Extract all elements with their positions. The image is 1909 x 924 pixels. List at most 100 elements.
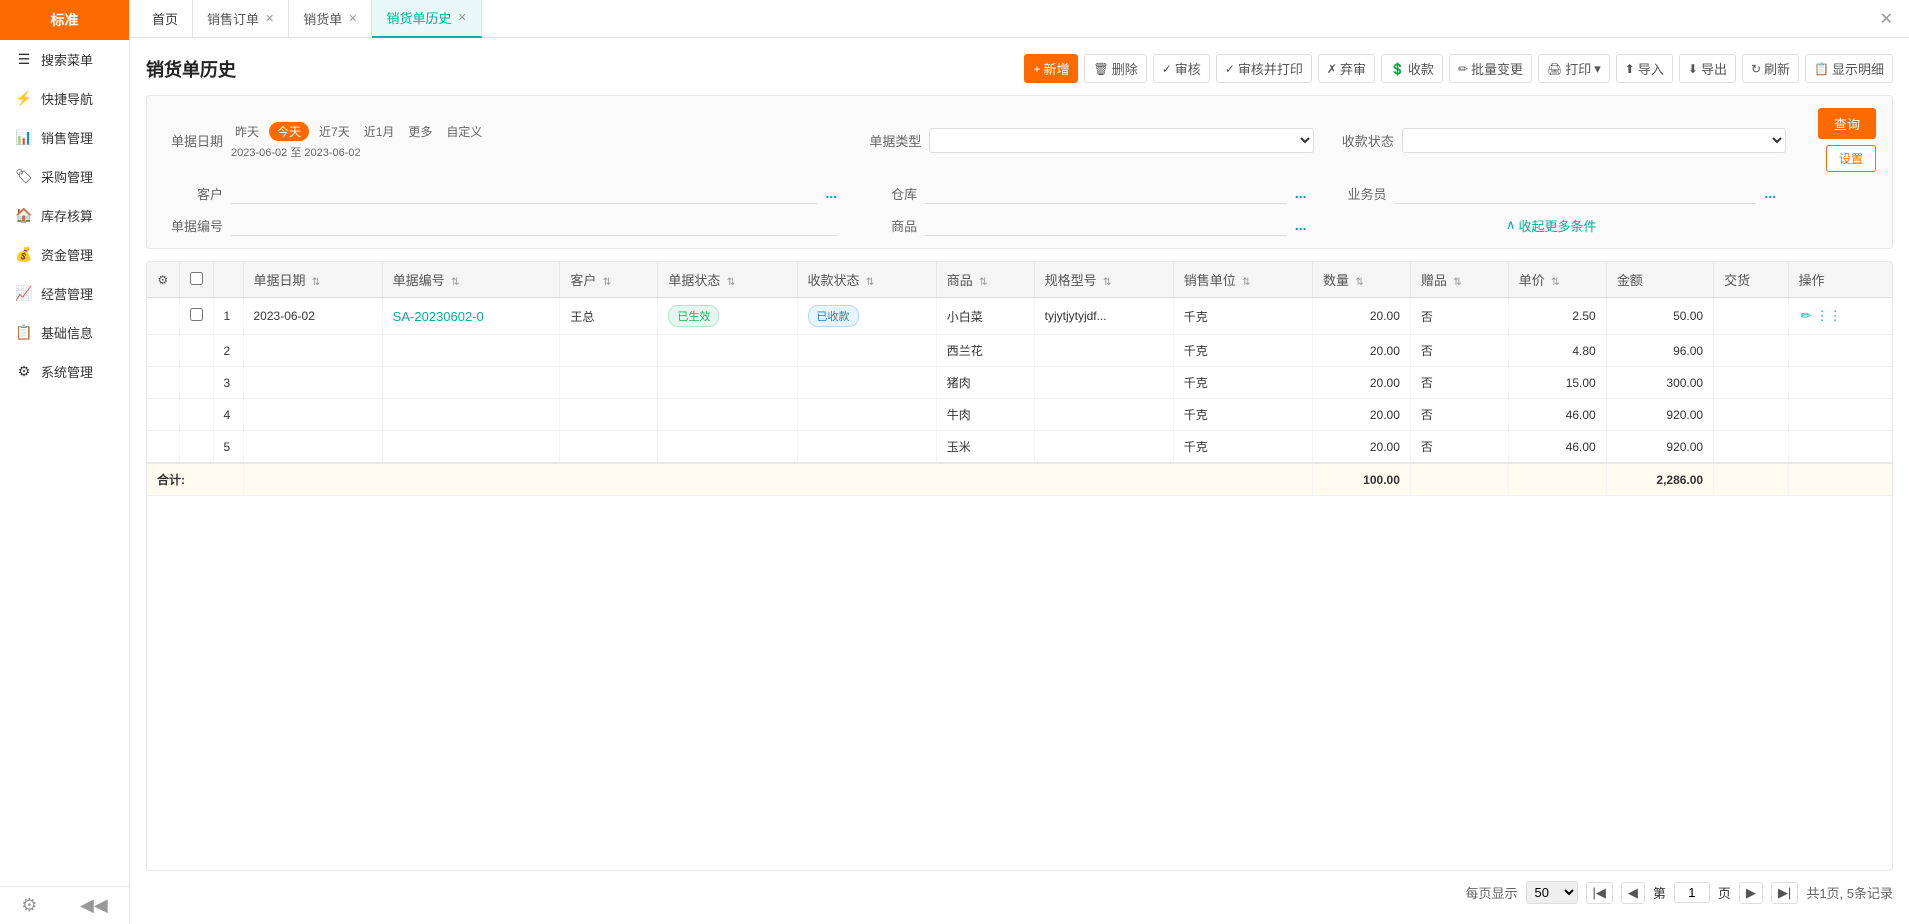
prev-page-button[interactable]: ◀	[1621, 882, 1645, 904]
col-gift[interactable]: 赠品 ⇅	[1410, 262, 1508, 298]
summary-actions-spacer	[1788, 463, 1892, 496]
add-button[interactable]: + 新增	[1024, 54, 1078, 83]
collapse-button[interactable]: ∧ 收起更多条件	[1506, 216, 1597, 235]
batch-change-button[interactable]: ✏ 批量变更	[1449, 54, 1532, 83]
tab-sales-order-label: 销售订单	[207, 9, 259, 28]
col-goods[interactable]: 商品 ⇅	[936, 262, 1034, 298]
row-doc-date	[243, 367, 382, 399]
date-range: 昨天 今天 近7天 近1月 更多 自定义 2023-06-02 至 2023-0…	[231, 121, 486, 160]
customer-ellipsis-icon[interactable]: ...	[825, 185, 837, 201]
sidebar-item-inventory[interactable]: 🏠 库存核算	[0, 196, 129, 235]
sidebar-item-purchase-mgmt[interactable]: 🏷 采购管理	[0, 157, 129, 196]
row-checkbox[interactable]	[190, 308, 203, 321]
audit-print-button[interactable]: ✓ 审核并打印	[1216, 54, 1312, 83]
refresh-button[interactable]: ↻ 刷新	[1742, 54, 1799, 83]
sidebar-item-system-mgmt[interactable]: ⚙ 系统管理	[0, 352, 129, 391]
filter-settings-button[interactable]: 设置	[1826, 145, 1876, 172]
sidebar-item-basic-info[interactable]: 📋 基础信息	[0, 313, 129, 352]
warehouse-ellipsis-icon[interactable]: ...	[1295, 185, 1307, 201]
salesperson-ellipsis-icon[interactable]: ...	[1764, 185, 1776, 201]
discard-button[interactable]: ✗ 弃审	[1318, 54, 1375, 83]
audit-button[interactable]: ✓ 审核	[1153, 54, 1210, 83]
col-gear[interactable]: ⚙	[147, 262, 179, 298]
tab-sales-history[interactable]: 销货单历史 ✕	[372, 0, 481, 38]
row-num: 2	[213, 335, 243, 367]
row-actions	[1788, 367, 1892, 399]
page-title: 销货单历史	[146, 56, 236, 82]
salesperson-input[interactable]	[1395, 182, 1757, 204]
sidebar-settings-icon[interactable]: ⚙	[21, 895, 37, 916]
date-tab-7days[interactable]: 近7天	[315, 121, 354, 142]
col-unit-price[interactable]: 单价 ⇅	[1508, 262, 1606, 298]
goods-ellipsis-icon[interactable]: ...	[1295, 217, 1307, 233]
row-quantity: 20.00	[1312, 399, 1410, 431]
date-tab-more[interactable]: 更多	[404, 121, 436, 142]
system-mgmt-icon: ⚙	[15, 363, 33, 381]
tab-bar-close-icon[interactable]: ✕	[1872, 9, 1901, 29]
data-table: ⚙ 单据日期 ⇅ 单据编号 ⇅	[147, 262, 1892, 496]
col-doc-no[interactable]: 单据编号 ⇅	[382, 262, 560, 298]
filter-group-goods: 商品 ...	[857, 214, 1306, 236]
col-quantity[interactable]: 数量 ⇅	[1312, 262, 1410, 298]
query-button[interactable]: 查询	[1818, 108, 1876, 139]
page-content: 销货单历史 + 新增 🗑 删除 ✓ 审核 ✓ 审核并打印	[130, 38, 1909, 924]
row-unit-price: 15.00	[1508, 367, 1606, 399]
tab-sales-order[interactable]: 销售订单 ✕	[193, 0, 289, 38]
export-button[interactable]: ⬇ 导出	[1679, 54, 1736, 83]
tab-sales-goods-close-icon[interactable]: ✕	[348, 12, 357, 25]
doc-no-link[interactable]: SA-20230602-0	[393, 309, 484, 324]
sidebar-item-finance-mgmt[interactable]: 💰 资金管理	[0, 235, 129, 274]
goods-input[interactable]	[925, 214, 1287, 236]
tab-sales-order-close-icon[interactable]: ✕	[265, 12, 274, 25]
col-doc-date[interactable]: 单据日期 ⇅	[243, 262, 382, 298]
customer-input[interactable]	[231, 182, 817, 204]
show-detail-button[interactable]: 📋 显示明细	[1805, 54, 1893, 83]
row-quantity: 20.00	[1312, 298, 1410, 335]
sidebar-collapse-icon[interactable]: ◀◀	[80, 895, 108, 916]
next-page-button[interactable]: ▶	[1739, 882, 1763, 904]
col-spec[interactable]: 规格型号 ⇅	[1034, 262, 1173, 298]
row-unit-price: 46.00	[1508, 431, 1606, 464]
row-edit-icon[interactable]: ✏	[1801, 308, 1812, 323]
date-tab-1month[interactable]: 近1月	[360, 121, 399, 142]
per-page-select[interactable]: 50 20 100	[1526, 881, 1578, 904]
select-all-checkbox[interactable]	[190, 272, 203, 285]
row-checkbox-col	[179, 431, 213, 464]
page-input[interactable]	[1674, 882, 1710, 903]
row-amount: 920.00	[1606, 431, 1713, 464]
col-doc-status[interactable]: 单据状态 ⇅	[658, 262, 797, 298]
row-unit-price: 2.50	[1508, 298, 1606, 335]
date-tab-today[interactable]: 今天	[269, 122, 309, 141]
sidebar-item-sales-mgmt[interactable]: 📊 销售管理	[0, 118, 129, 157]
first-page-button[interactable]: |◀	[1586, 882, 1613, 904]
payment-status-select[interactable]	[1402, 128, 1786, 153]
sidebar-item-search-menu[interactable]: ☰ 搜索菜单	[0, 40, 129, 79]
row-doc-date	[243, 399, 382, 431]
col-unit[interactable]: 销售单位 ⇅	[1173, 262, 1312, 298]
import-button[interactable]: ⬆ 导入	[1616, 54, 1673, 83]
doc-no-input[interactable]	[231, 214, 837, 236]
doc-type-select[interactable]	[929, 128, 1313, 153]
col-pay-status[interactable]: 收款状态 ⇅	[797, 262, 936, 298]
sidebar-item-label: 经营管理	[41, 284, 93, 303]
tab-sales-history-close-icon[interactable]: ✕	[458, 11, 467, 24]
print-button[interactable]: 🖨 打印 ▾	[1538, 54, 1610, 83]
date-tab-custom[interactable]: 自定义	[442, 121, 486, 142]
row-more-icon[interactable]: ⋮⋮	[1816, 308, 1842, 323]
export-icon: ⬇	[1688, 62, 1698, 76]
doc-status-badge: 已生效	[668, 305, 719, 327]
col-customer[interactable]: 客户 ⇅	[560, 262, 658, 298]
pagination: 每页显示 50 20 100 |◀ ◀ 第 页 ▶ ▶| 共1页, 5条记录	[146, 871, 1893, 908]
col-transaction: 交货	[1714, 262, 1789, 298]
sidebar-item-quick-nav[interactable]: ⚡ 快捷导航	[0, 79, 129, 118]
toolbar: + 新增 🗑 删除 ✓ 审核 ✓ 审核并打印 ✗ 弃审	[1024, 54, 1893, 83]
last-page-button[interactable]: ▶|	[1771, 882, 1798, 904]
tab-home[interactable]: 首页	[138, 0, 193, 38]
sidebar-item-ops-mgmt[interactable]: 📈 经营管理	[0, 274, 129, 313]
date-tab-yesterday[interactable]: 昨天	[231, 121, 263, 142]
collect-button[interactable]: 💲 收款	[1381, 54, 1443, 83]
warehouse-input[interactable]	[925, 182, 1287, 204]
delete-button[interactable]: 🗑 删除	[1084, 54, 1146, 83]
tab-sales-goods[interactable]: 销货单 ✕	[289, 0, 372, 38]
row-gift: 否	[1410, 298, 1508, 335]
